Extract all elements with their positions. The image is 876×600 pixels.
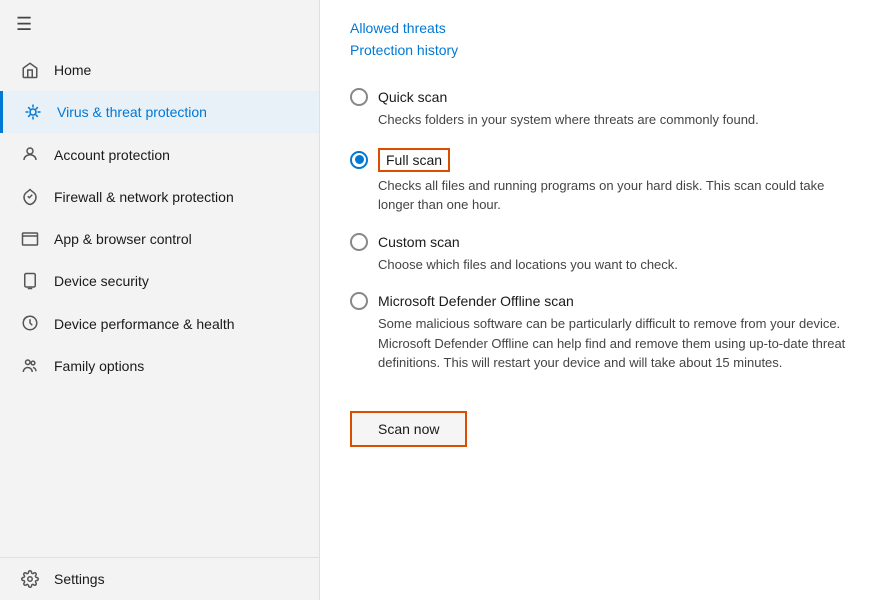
quick-scan-option: Quick scan Checks folders in your system…: [350, 88, 846, 130]
custom-scan-radio[interactable]: [350, 233, 368, 251]
quick-scan-label: Quick scan: [378, 89, 447, 105]
sidebar-item-home[interactable]: Home: [0, 49, 319, 91]
radio-inner-dot: [355, 155, 364, 164]
full-scan-label: Full scan: [378, 148, 450, 172]
home-icon: [20, 61, 40, 79]
sidebar-item-label: Home: [54, 62, 91, 78]
offline-scan-label: Microsoft Defender Offline scan: [378, 293, 574, 309]
offline-scan-header[interactable]: Microsoft Defender Offline scan: [350, 292, 846, 310]
main-panel: Allowed threats Protection history Quick…: [320, 0, 876, 600]
firewall-icon: [20, 188, 40, 206]
sidebar-item-device-perf[interactable]: Device performance & health: [0, 302, 319, 344]
offline-scan-option: Microsoft Defender Offline scan Some mal…: [350, 292, 846, 373]
sidebar-item-label: Virus & threat protection: [57, 104, 207, 120]
account-icon: [20, 145, 40, 163]
custom-scan-desc: Choose which files and locations you wan…: [378, 255, 846, 275]
sidebar-item-label: Device performance & health: [54, 316, 235, 332]
settings-icon: [20, 570, 40, 588]
sidebar-item-firewall[interactable]: Firewall & network protection: [0, 176, 319, 218]
full-scan-option: Full scan Checks all files and running p…: [350, 148, 846, 215]
custom-scan-header[interactable]: Custom scan: [350, 233, 846, 251]
device-perf-icon: [20, 314, 40, 332]
protection-history-link[interactable]: Protection history: [350, 42, 846, 58]
hamburger-icon: ☰: [16, 14, 32, 34]
sidebar-item-settings[interactable]: Settings: [0, 557, 319, 600]
allowed-threats-link[interactable]: Allowed threats: [350, 20, 846, 36]
quick-scan-desc: Checks folders in your system where thre…: [378, 110, 846, 130]
custom-scan-option: Custom scan Choose which files and locat…: [350, 233, 846, 275]
full-scan-header[interactable]: Full scan: [350, 148, 846, 172]
full-scan-desc: Checks all files and running programs on…: [378, 176, 846, 215]
hamburger-menu[interactable]: ☰: [0, 0, 319, 49]
sidebar-item-label: Account protection: [54, 147, 170, 163]
sidebar-item-app-browser[interactable]: App & browser control: [0, 218, 319, 260]
links-section: Allowed threats Protection history: [350, 20, 846, 64]
full-scan-radio[interactable]: [350, 151, 368, 169]
offline-scan-desc: Some malicious software can be particula…: [378, 314, 846, 373]
sidebar-item-device-security[interactable]: Device security: [0, 260, 319, 302]
sidebar-item-label: Device security: [54, 273, 149, 289]
app-browser-icon: [20, 230, 40, 248]
sidebar-item-virus[interactable]: Virus & threat protection: [0, 91, 319, 133]
sidebar-settings-label: Settings: [54, 571, 105, 587]
virus-icon: [23, 103, 43, 121]
scan-now-button[interactable]: Scan now: [350, 411, 467, 447]
sidebar-item-account[interactable]: Account protection: [0, 133, 319, 175]
quick-scan-radio[interactable]: [350, 88, 368, 106]
quick-scan-header[interactable]: Quick scan: [350, 88, 846, 106]
offline-scan-radio[interactable]: [350, 292, 368, 310]
custom-scan-label: Custom scan: [378, 234, 460, 250]
family-icon: [20, 357, 40, 375]
sidebar-item-label: App & browser control: [54, 231, 192, 247]
sidebar-item-family[interactable]: Family options: [0, 345, 319, 387]
sidebar: ☰ Home Virus & threat protection: [0, 0, 320, 600]
scan-now-container: Scan now: [350, 391, 846, 447]
sidebar-item-label: Firewall & network protection: [54, 189, 234, 205]
sidebar-item-label: Family options: [54, 358, 144, 374]
device-security-icon: [20, 272, 40, 290]
